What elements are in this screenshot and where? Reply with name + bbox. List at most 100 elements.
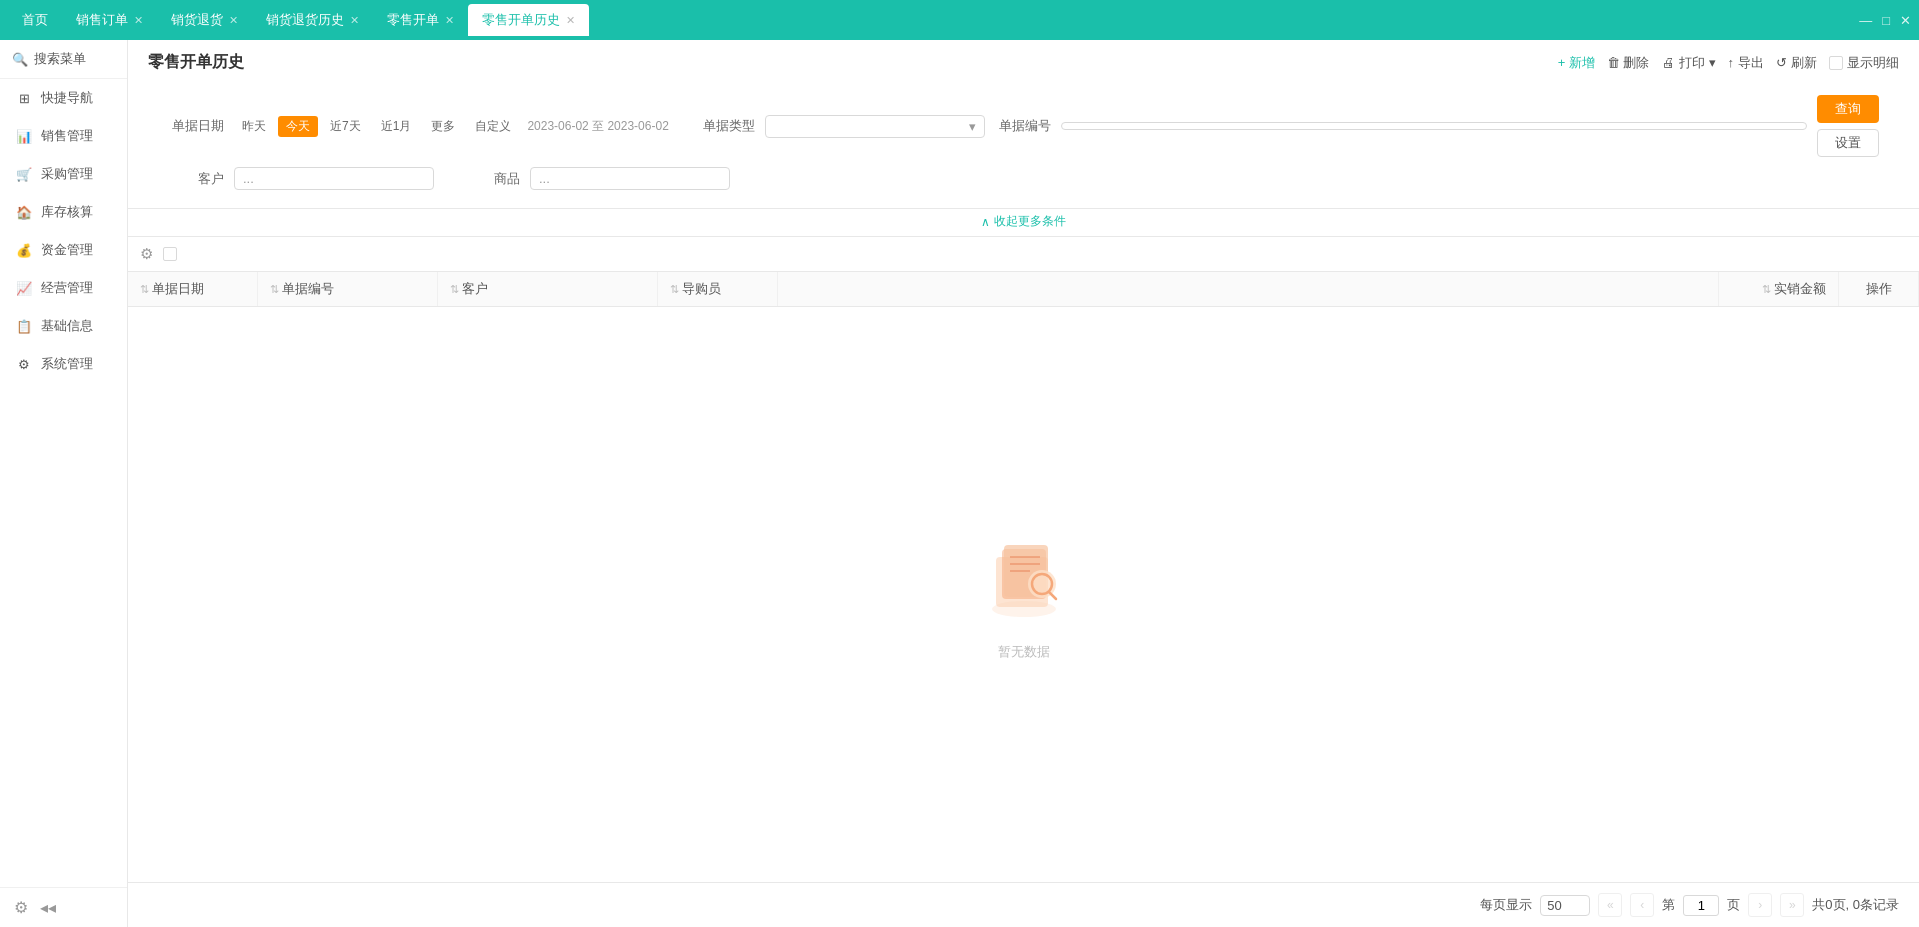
page-number-input[interactable] <box>1683 895 1719 916</box>
sidebar-item-inventory[interactable]: 🏠 库存核算 <box>0 193 127 231</box>
customer-label: 客户 <box>168 170 224 188</box>
close-retail-open-history-tab[interactable]: ✕ <box>566 14 575 27</box>
search-icon: 🔍 <box>12 52 28 67</box>
sort-amount-icon[interactable]: ⇅ <box>1762 283 1771 296</box>
select-all-checkbox[interactable] <box>163 247 177 261</box>
next-page-button[interactable]: › <box>1748 893 1772 917</box>
display-detail-checkbox[interactable] <box>1829 56 1843 70</box>
date-pills: 昨天 今天 近7天 近1月 更多 自定义 2023-06-02 至 2023-0… <box>234 116 669 137</box>
window-controls: — □ ✕ <box>1859 13 1911 28</box>
date-pill-custom[interactable]: 自定义 <box>467 116 519 137</box>
window-maximize[interactable]: □ <box>1882 13 1890 28</box>
filter-row-1: 单据日期 昨天 今天 近7天 近1月 更多 自定义 2023-06-02 至 2… <box>168 95 1879 157</box>
page-suffix: 页 <box>1727 896 1740 914</box>
close-retail-open-tab[interactable]: ✕ <box>445 14 454 27</box>
per-page-select[interactable]: 10 20 50 100 <box>1540 895 1590 916</box>
print-icon: 🖨 <box>1662 55 1675 70</box>
th-guide: ⇅ 导购员 <box>658 272 778 306</box>
tab-retail-open-history[interactable]: 零售开单历史 ✕ <box>468 4 589 36</box>
sidebar-item-sales-mgmt[interactable]: 📊 销售管理 <box>0 117 127 155</box>
doc-type-chevron-icon: ▾ <box>969 119 976 134</box>
setting-button[interactable]: 设置 <box>1817 129 1879 157</box>
main-layout: 🔍 搜索菜单 ⊞ 快捷导航 📊 销售管理 🛒 采购管理 🏠 库存核算 💰 资金管… <box>0 40 1919 927</box>
goods-input[interactable]: ... <box>530 167 730 190</box>
sidebar-item-sys-mgmt[interactable]: ⚙ 系统管理 <box>0 345 127 383</box>
sidebar-item-quick-nav[interactable]: ⊞ 快捷导航 <box>0 79 127 117</box>
query-button[interactable]: 查询 <box>1817 95 1879 123</box>
add-button[interactable]: + 新增 <box>1558 54 1595 72</box>
date-pill-1month[interactable]: 近1月 <box>373 116 420 137</box>
table-settings-icon[interactable]: ⚙ <box>140 245 153 263</box>
first-page-button[interactable]: « <box>1598 893 1622 917</box>
date-pill-more[interactable]: 更多 <box>423 116 463 137</box>
sort-guide-icon[interactable]: ⇅ <box>670 283 679 296</box>
close-sales-return-history-tab[interactable]: ✕ <box>350 14 359 27</box>
customer-placeholder: ... <box>243 171 254 186</box>
doc-no-input[interactable] <box>1061 122 1807 130</box>
print-button[interactable]: 🖨 打印 ▾ <box>1662 54 1716 72</box>
empty-illustration <box>974 529 1074 629</box>
th-no: ⇅ 单据编号 <box>258 272 438 306</box>
sort-no-icon[interactable]: ⇅ <box>270 283 279 296</box>
sidebar-item-basic-info[interactable]: 📋 基础信息 <box>0 307 127 345</box>
th-amount: ⇅ 实销金额 <box>1719 272 1839 306</box>
tab-sales-order[interactable]: 销售订单 ✕ <box>62 4 157 36</box>
sidebar-item-purchase-mgmt[interactable]: 🛒 采购管理 <box>0 155 127 193</box>
empty-text: 暂无数据 <box>998 643 1050 661</box>
doc-no-label: 单据编号 <box>995 117 1051 135</box>
finance-icon: 💰 <box>15 243 33 258</box>
tab-sales-return-history[interactable]: 销货退货历史 ✕ <box>252 4 373 36</box>
window-close[interactable]: ✕ <box>1900 13 1911 28</box>
close-sales-order-tab[interactable]: ✕ <box>134 14 143 27</box>
date-pill-today[interactable]: 今天 <box>278 116 318 137</box>
tab-home[interactable]: 首页 <box>8 4 62 36</box>
filter-row-2: 客户 ... 商品 ... <box>168 167 1879 190</box>
quick-nav-icon: ⊞ <box>15 91 33 106</box>
doc-type-select[interactable]: ▾ <box>765 115 985 138</box>
sales-mgmt-icon: 📊 <box>15 129 33 144</box>
tab-retail-open[interactable]: 零售开单 ✕ <box>373 4 468 36</box>
basic-info-icon: 📋 <box>15 319 33 334</box>
per-page-label: 每页显示 <box>1480 896 1532 914</box>
display-detail-toggle[interactable]: 显示明细 <box>1829 54 1899 72</box>
collapse-filter-button[interactable]: ∧ 收起更多条件 <box>981 213 1066 230</box>
window-minimize[interactable]: — <box>1859 13 1872 28</box>
sidebar-item-finance[interactable]: 💰 资金管理 <box>0 231 127 269</box>
sort-customer-icon[interactable]: ⇅ <box>450 283 459 296</box>
collapse-row: ∧ 收起更多条件 <box>128 209 1919 237</box>
date-pill-yesterday[interactable]: 昨天 <box>234 116 274 137</box>
th-action: 操作 <box>1839 272 1919 306</box>
toolbar: + 新增 🗑 删除 🖨 打印 ▾ ↑ 导出 ↺ 刷新 <box>1558 54 1899 72</box>
page-header: 零售开单历史 + 新增 🗑 删除 🖨 打印 ▾ ↑ 导出 ↺ <box>128 40 1919 209</box>
filter-area: 单据日期 昨天 今天 近7天 近1月 更多 自定义 2023-06-02 至 2… <box>148 85 1899 208</box>
tab-sales-return[interactable]: 销货退货 ✕ <box>157 4 252 36</box>
customer-input[interactable]: ... <box>234 167 434 190</box>
refresh-button[interactable]: ↺ 刷新 <box>1776 54 1817 72</box>
prev-page-button[interactable]: ‹ <box>1630 893 1654 917</box>
total-info: 共0页, 0条记录 <box>1812 896 1899 914</box>
goods-label: 商品 <box>464 170 520 188</box>
date-pill-7days[interactable]: 近7天 <box>322 116 369 137</box>
sidebar-collapse-button[interactable]: ◂◂ <box>40 898 56 917</box>
delete-button[interactable]: 🗑 删除 <box>1607 54 1650 72</box>
last-page-button[interactable]: » <box>1780 893 1804 917</box>
sidebar-gear-button[interactable]: ⚙ <box>14 898 28 917</box>
sidebar-item-operations[interactable]: 📈 经营管理 <box>0 269 127 307</box>
export-button[interactable]: ↑ 导出 <box>1728 54 1765 72</box>
table-header: ⇅ 单据日期 ⇅ 单据编号 ⇅ 客户 ⇅ 导购员 ⇅ 实销 <box>128 272 1919 307</box>
table-container: ⚙ ⇅ 单据日期 ⇅ 单据编号 ⇅ 客户 ⇅ 导购员 <box>128 237 1919 882</box>
inventory-icon: 🏠 <box>15 205 33 220</box>
sidebar-search[interactable]: 🔍 搜索菜单 <box>0 40 127 79</box>
doc-type-label: 单据类型 <box>699 117 755 135</box>
export-icon: ↑ <box>1728 55 1735 70</box>
purchase-mgmt-icon: 🛒 <box>15 167 33 182</box>
table-toolbar: ⚙ <box>128 237 1919 272</box>
page-label: 第 <box>1662 896 1675 914</box>
date-filter-label: 单据日期 <box>168 117 224 135</box>
th-customer: ⇅ 客户 <box>438 272 658 306</box>
content-area: 零售开单历史 + 新增 🗑 删除 🖨 打印 ▾ ↑ 导出 ↺ <box>128 40 1919 927</box>
sidebar-bottom: ⚙ ◂◂ <box>0 887 127 927</box>
sort-date-icon[interactable]: ⇅ <box>140 283 149 296</box>
th-date: ⇅ 单据日期 <box>128 272 258 306</box>
close-sales-return-tab[interactable]: ✕ <box>229 14 238 27</box>
